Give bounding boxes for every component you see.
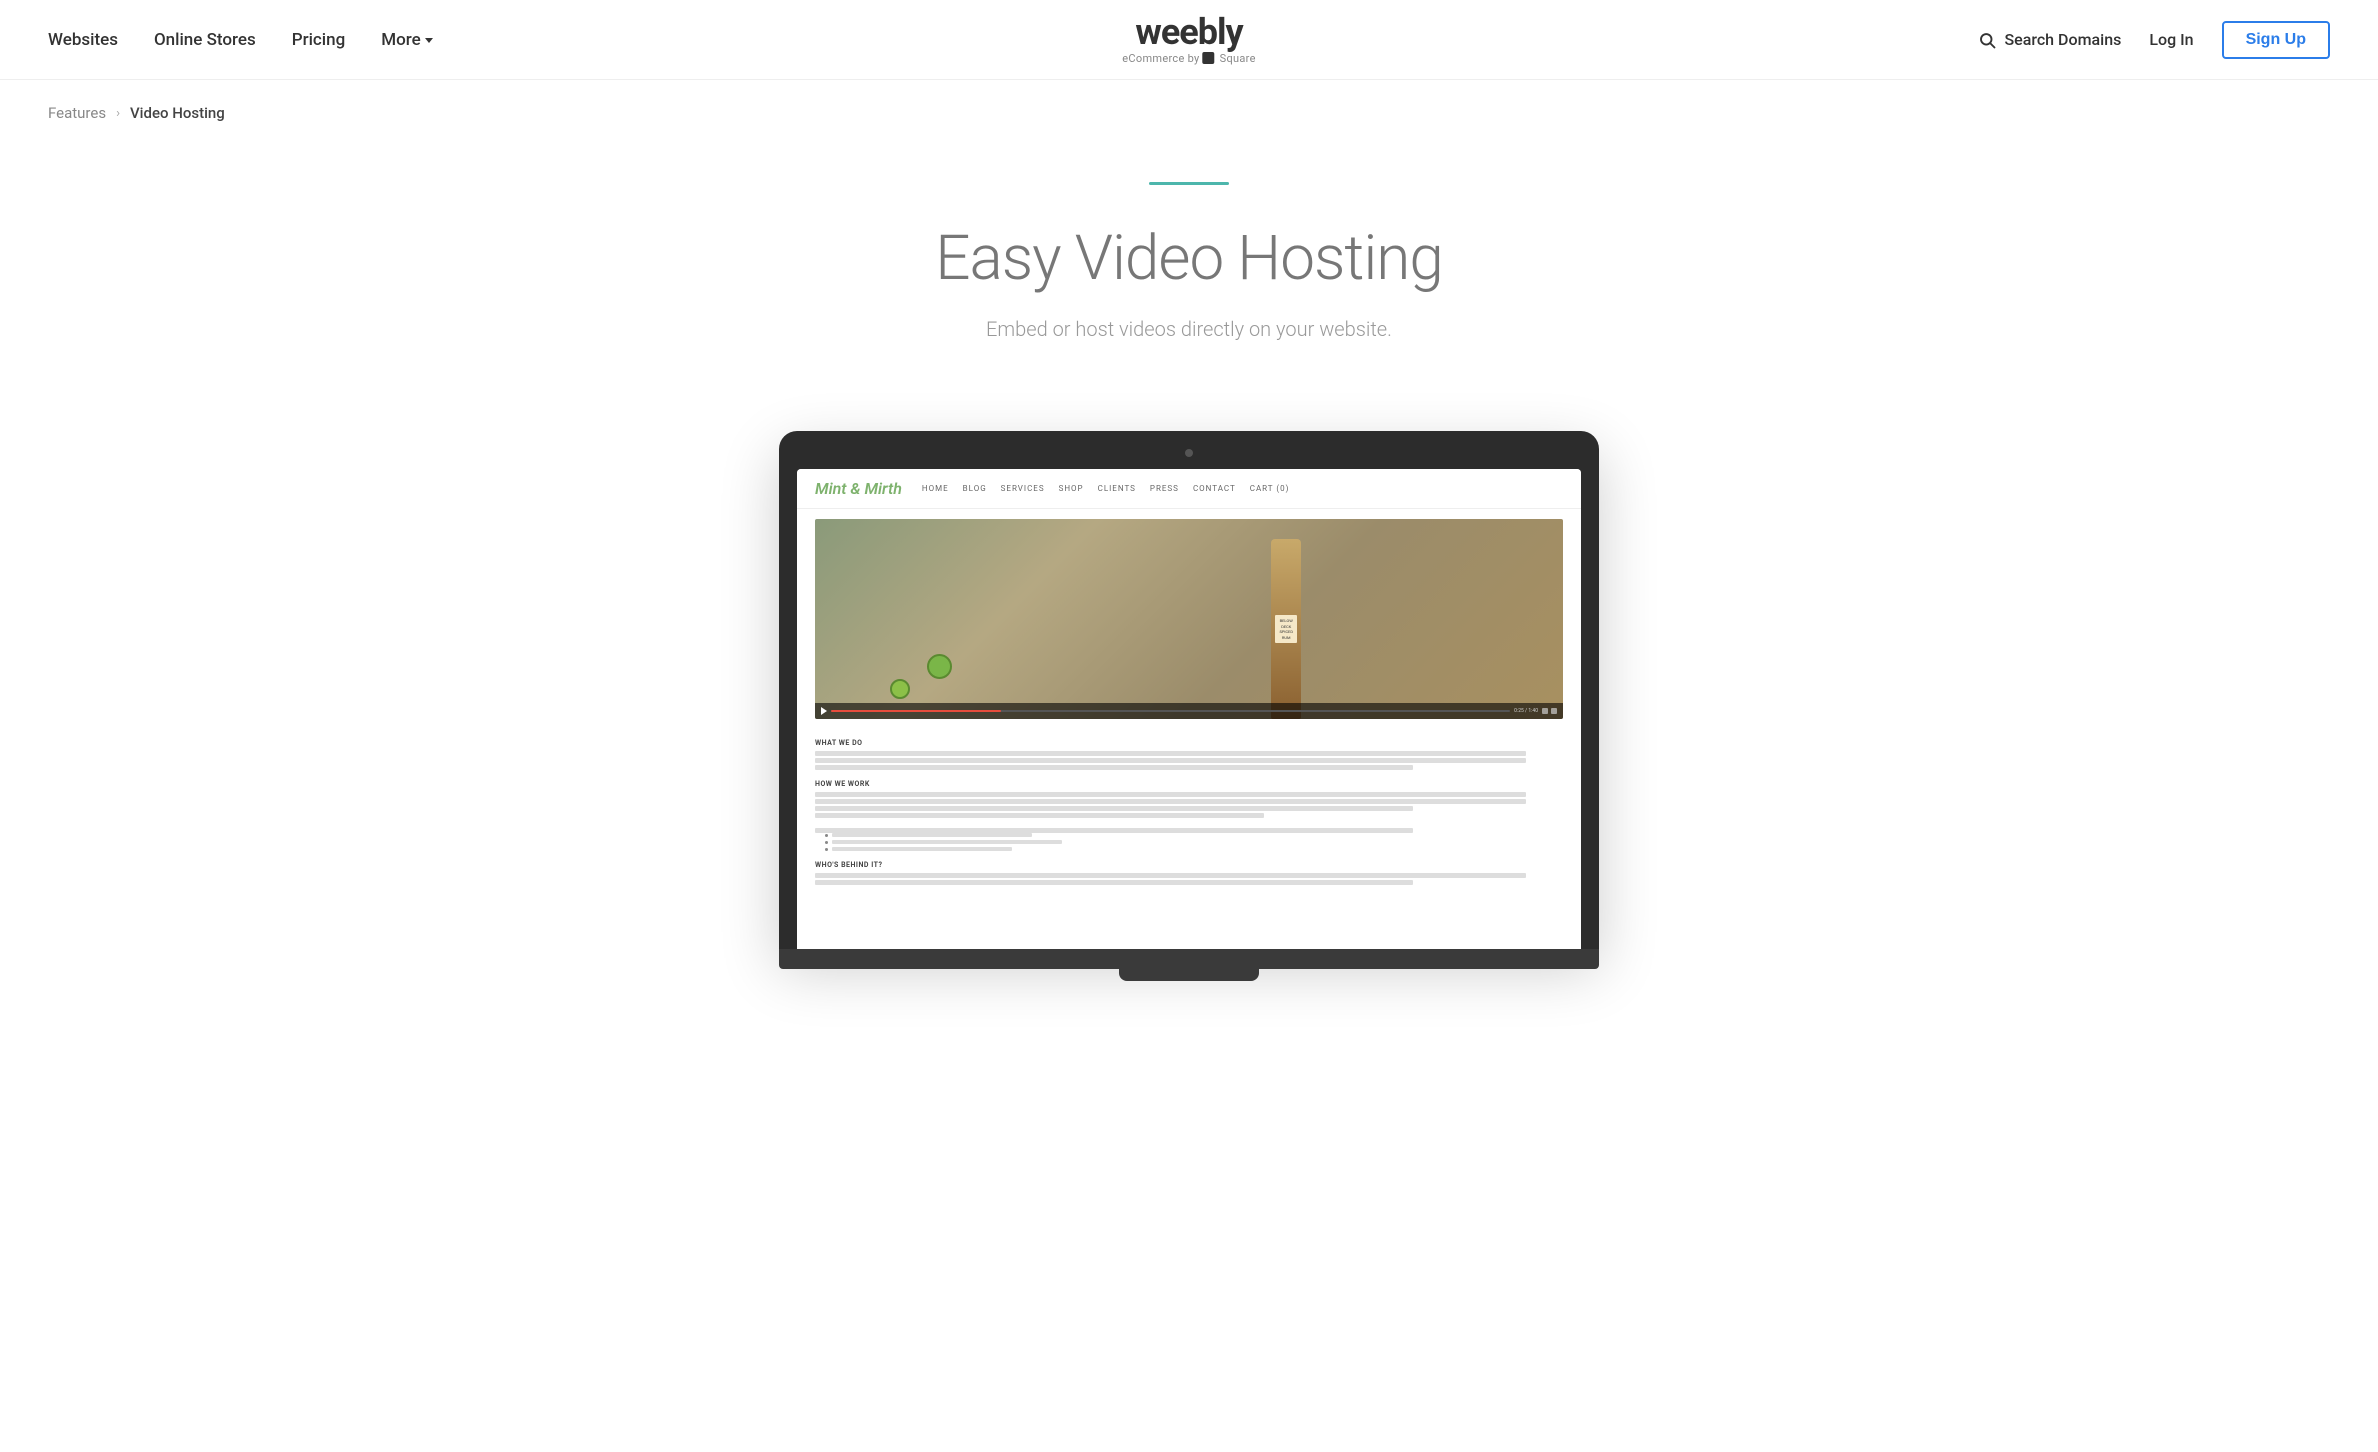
progress-fill (831, 710, 1001, 712)
nav-websites[interactable]: Websites (48, 30, 118, 50)
fullscreen-icon (1551, 708, 1557, 714)
volume-icon (1542, 708, 1548, 714)
text-line (815, 880, 1413, 885)
login-button[interactable]: Log In (2149, 30, 2193, 49)
site-nav-contact: CONTACT (1193, 484, 1236, 493)
bullet-item (825, 847, 1563, 851)
laptop-mockup: Mint & Mirth HOME BLOG SERVICES SHOP CLI… (0, 431, 2378, 981)
site-nav-cart: CART (0) (1250, 484, 1290, 493)
nav-pricing[interactable]: Pricing (292, 30, 346, 50)
laptop-base (779, 949, 1599, 969)
section2: HOW WE WORK (815, 780, 1563, 818)
breadcrumb-separator: › (116, 106, 120, 121)
bullet-dot-icon (825, 834, 828, 837)
bullet-text (832, 847, 1012, 851)
text-line (815, 806, 1413, 811)
site-nav: Mint & Mirth HOME BLOG SERVICES SHOP CLI… (797, 469, 1581, 509)
text-line (815, 751, 1526, 756)
section3-title: WHO'S BEHIND IT? (815, 861, 1563, 869)
video-area: Janelle and Joni - The Modern Mixologist… (815, 519, 1563, 719)
section4-text (815, 873, 1563, 885)
signup-button[interactable]: Sign Up (2222, 21, 2330, 59)
search-icon (1978, 31, 1996, 49)
bullet-text (832, 833, 1032, 837)
nav-right: Search Domains Log In Sign Up (1978, 21, 2330, 59)
site-nav-blog: BLOG (963, 484, 987, 493)
bullet-item (825, 840, 1563, 844)
bottle-prop: BELOWDECKSPICEDRUM (1271, 539, 1301, 719)
section1-text (815, 751, 1563, 770)
progress-bar (831, 710, 1510, 712)
chevron-down-icon (425, 38, 433, 43)
section4: WHO'S BEHIND IT? (815, 861, 1563, 885)
video-ctrl-icons (1542, 708, 1557, 714)
video-thumbnail: BELOWDECKSPICEDRUM (815, 519, 1563, 719)
lime-prop-2 (890, 679, 910, 699)
bullet-item (825, 833, 1563, 837)
text-line (815, 765, 1413, 770)
breadcrumb: Features › Video Hosting (0, 80, 2378, 122)
search-domains-button[interactable]: Search Domains (1978, 30, 2121, 49)
section1-title: WHAT WE DO (815, 739, 1563, 747)
breadcrumb-current: Video Hosting (130, 104, 225, 122)
square-icon (1203, 52, 1215, 64)
breadcrumb-parent[interactable]: Features (48, 104, 106, 122)
video-controls: 0:25 / 1:40 (815, 703, 1563, 719)
hero-title: Easy Video Hosting (48, 225, 2330, 293)
hero-section: Easy Video Hosting Embed or host videos … (0, 122, 2378, 431)
play-icon (821, 707, 827, 715)
bullet-dot-icon (825, 841, 828, 844)
site-brand: Mint & Mirth (815, 479, 902, 498)
screen-text-area: WHAT WE DO HOW WE WORK (797, 729, 1581, 895)
bullet-dot-icon (825, 848, 828, 851)
text-line (815, 813, 1264, 818)
site-nav-shop: SHOP (1059, 484, 1084, 493)
nav-more[interactable]: More (381, 30, 432, 50)
bottle-label: BELOWDECKSPICEDRUM (1275, 615, 1297, 643)
video-time: 0:25 / 1:40 (1514, 708, 1538, 714)
section2-text (815, 792, 1563, 818)
laptop-camera (1185, 449, 1193, 457)
section2-title: HOW WE WORK (815, 780, 1563, 788)
lime-prop-1 (927, 654, 952, 679)
bullet-list (815, 833, 1563, 851)
screen-content: Mint & Mirth HOME BLOG SERVICES SHOP CLI… (797, 469, 1581, 949)
bullet-text (832, 840, 1062, 844)
hero-subtitle: Embed or host videos directly on your we… (48, 317, 2330, 341)
accent-bar (1149, 182, 1229, 185)
text-line (815, 873, 1526, 878)
navbar: Websites Online Stores Pricing More weeb… (0, 0, 2378, 80)
site-nav-home: HOME (922, 484, 949, 493)
laptop-stand (1119, 969, 1259, 981)
logo[interactable]: weebly eCommerce by Square (1122, 14, 1255, 65)
site-nav-press: PRESS (1150, 484, 1179, 493)
text-line (815, 799, 1526, 804)
site-nav-services: SERVICES (1001, 484, 1045, 493)
site-nav-clients: CLIENTS (1098, 484, 1136, 493)
section3 (815, 828, 1563, 851)
nav-online-stores[interactable]: Online Stores (154, 30, 256, 50)
laptop: Mint & Mirth HOME BLOG SERVICES SHOP CLI… (779, 431, 1599, 981)
laptop-screen: Mint & Mirth HOME BLOG SERVICES SHOP CLI… (797, 469, 1581, 949)
site-nav-links: HOME BLOG SERVICES SHOP CLIENTS PRESS CO… (922, 484, 1290, 493)
nav-left: Websites Online Stores Pricing More (48, 30, 433, 50)
text-line (815, 792, 1526, 797)
laptop-outer: Mint & Mirth HOME BLOG SERVICES SHOP CLI… (779, 431, 1599, 949)
brand-tagline: eCommerce by Square (1122, 52, 1255, 65)
brand-name: weebly (1122, 14, 1255, 50)
text-line (815, 758, 1526, 763)
